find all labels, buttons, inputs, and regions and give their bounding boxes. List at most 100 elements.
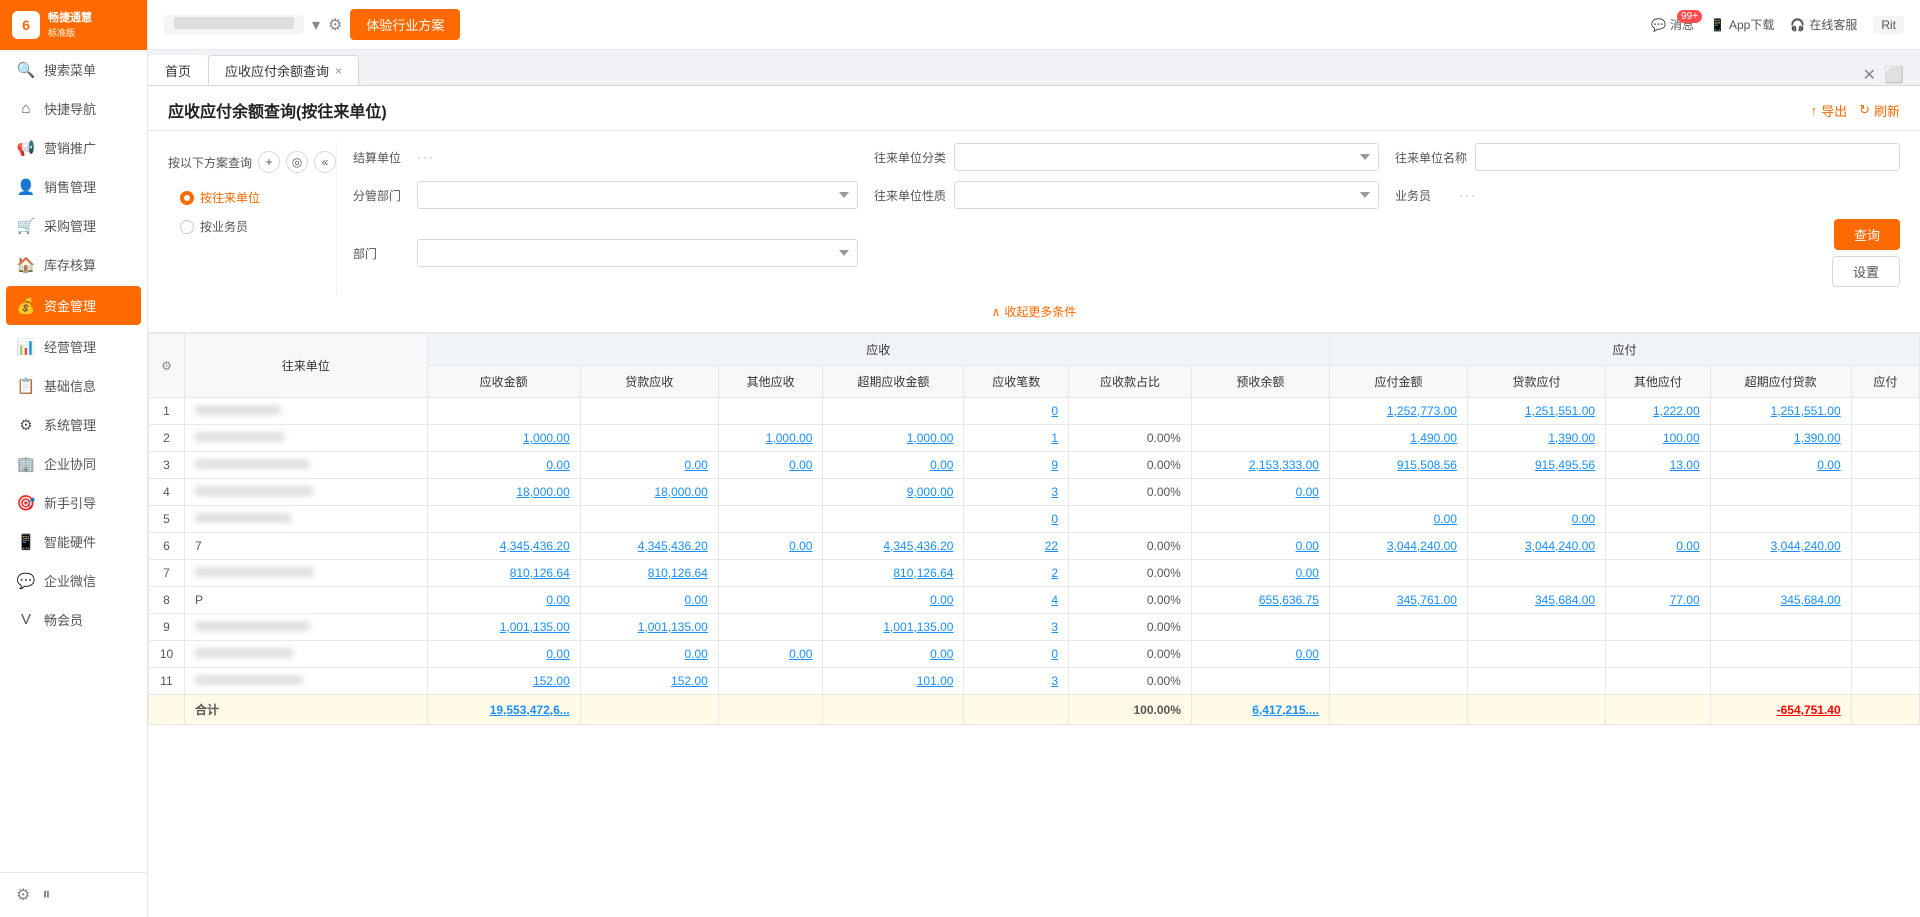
sidebar-item-wechat[interactable]: 💬 企业微信: [0, 561, 147, 600]
logo-icon: 6: [12, 11, 40, 39]
filter-edit-btn[interactable]: ◎: [286, 151, 308, 173]
online-service-item[interactable]: 🎧 在线客服: [1790, 16, 1857, 33]
sidebar-label-member: 畅会员: [44, 610, 83, 629]
dept-select[interactable]: [417, 181, 858, 209]
th-settings: ⚙: [149, 334, 185, 398]
export-icon: ↑: [1811, 103, 1818, 118]
topbar-breadcrumb: [164, 15, 304, 34]
sidebar-icon-inventory: 🏠: [16, 256, 36, 274]
inactive-dot: [180, 220, 194, 234]
filter-row-staff: 业务员 ···: [1395, 181, 1900, 209]
th-ar-ratio: 应收款占比: [1069, 366, 1192, 398]
filter-label: 按以下方案查询: [168, 154, 252, 171]
department-select[interactable]: [417, 239, 858, 267]
app-icon: 📱: [1710, 18, 1725, 32]
filter-fields: 结算单位 ··· 往来单位分类 往来单位名称: [353, 143, 1900, 295]
sidebar-label-marketing: 营销推广: [44, 138, 96, 157]
sidebar-label-wechat: 企业微信: [44, 571, 96, 590]
page-title: 应收应付余额查询(按往来单位): [168, 98, 387, 122]
collapse-icon: ∧: [992, 305, 1001, 319]
sidebar-icon-marketing: 📢: [16, 139, 36, 157]
filter-row-department: 部门: [353, 219, 858, 287]
unit-name-input[interactable]: [1475, 143, 1900, 171]
sidebar-item-finance[interactable]: 💰资金管理: [6, 286, 141, 325]
tab-close-ar-ap[interactable]: ×: [335, 64, 342, 78]
collapse-label: 收起更多条件: [1004, 303, 1076, 320]
sidebar-item-guide[interactable]: 🎯新手引导: [0, 483, 147, 522]
topbar-dropdown-icon[interactable]: ▾: [312, 15, 320, 35]
filter-option-by-staff[interactable]: 按业务员: [168, 212, 336, 241]
staff-dots[interactable]: ···: [1459, 188, 1477, 202]
sidebar-label-system: 系统管理: [44, 415, 96, 434]
sidebar-label-management: 经营管理: [44, 337, 96, 356]
table-row: 21,000.001,000.001,000.0010.00%1,490.001…: [149, 425, 1920, 452]
sidebar-item-member[interactable]: V 畅会员: [0, 600, 147, 639]
user-name[interactable]: Rit: [1873, 16, 1904, 34]
settlement-dots[interactable]: ···: [417, 150, 435, 164]
logo-subtitle: 标准版: [48, 26, 92, 39]
sidebar-icon-member: V: [16, 611, 36, 628]
export-button[interactable]: ↑ 导出: [1811, 101, 1848, 120]
table-row: 418,000.0018,000.009,000.0030.00%0.00: [149, 479, 1920, 506]
query-button[interactable]: 查询: [1834, 219, 1900, 250]
th-ar-count: 应收笔数: [964, 366, 1069, 398]
filter-option-by-unit[interactable]: 按往来单位: [168, 183, 336, 212]
app-label: App下载: [1729, 16, 1774, 33]
sidebar-item-management[interactable]: 📊经营管理: [0, 327, 147, 366]
filter-collapse-btn[interactable]: «: [314, 151, 336, 173]
sidebar-icon-system: ⚙: [16, 416, 36, 434]
settings-icon[interactable]: ⚙: [16, 885, 30, 905]
close-window-icon[interactable]: ✕: [1863, 65, 1876, 85]
sidebar-item-smart[interactable]: 📱智能硬件: [0, 522, 147, 561]
promo-button[interactable]: 体验行业方案: [350, 9, 460, 40]
unit-nature-select[interactable]: [954, 181, 1379, 209]
app-download-item[interactable]: 📱 App下载: [1710, 16, 1774, 33]
th-unit: 往来单位: [185, 334, 428, 398]
th-ar-prepay: 预收余额: [1191, 366, 1329, 398]
unit-category-select[interactable]: [954, 143, 1379, 171]
tabbar: 首页应收应付余额查询 × ✕ ⬜: [148, 50, 1920, 86]
sidebar-icon-wechat: 💬: [16, 572, 36, 590]
sidebar-item-basic[interactable]: 📋基础信息: [0, 366, 147, 405]
filter-left: 按以下方案查询 + ◎ « 按往来单位 按业务员: [168, 143, 337, 295]
sidebar-item-sales[interactable]: 👤销售管理: [0, 167, 147, 206]
th-ap-loan: 贷款应付: [1467, 366, 1605, 398]
table-settings-icon[interactable]: ⚙: [161, 359, 172, 373]
sidebar-label-quick: 快捷导航: [44, 99, 96, 118]
sidebar-label-basic: 基础信息: [44, 376, 96, 395]
th-ar-loan: 贷款应收: [580, 366, 718, 398]
th-group-ap: 应付: [1329, 334, 1919, 366]
logo-title: 畅捷通慧: [48, 11, 92, 25]
filter-buttons: 查询 设置: [1395, 219, 1900, 287]
tab-home[interactable]: 首页: [148, 55, 208, 85]
sidebar-label-enterprise: 企业协同: [44, 454, 96, 473]
sidebar-item-system[interactable]: ⚙ 系统管理: [0, 405, 147, 444]
th-group-ar: 应收: [427, 334, 1329, 366]
sidebar-item-purchase[interactable]: 🛒采购管理: [0, 206, 147, 245]
set-button[interactable]: 设置: [1832, 256, 1900, 287]
total-row: 合计 19,553,472,6... 100.00% 6,417,215....…: [149, 695, 1920, 725]
collapse-icon[interactable]: ⏸: [42, 886, 50, 904]
filter-field-label2: 往来单位分类: [874, 149, 946, 166]
sidebar-label-smart: 智能硬件: [44, 532, 96, 551]
refresh-button[interactable]: ↻ 刷新: [1859, 101, 1900, 120]
sidebar-icon-guide: 🎯: [16, 494, 36, 512]
message-item[interactable]: 💬 消息 99+: [1651, 16, 1694, 33]
refresh-icon: ↻: [1859, 102, 1870, 118]
th-ap-extra: 应付: [1851, 366, 1919, 398]
sidebar-item-marketing[interactable]: 📢 营销推广: [0, 128, 147, 167]
sidebar-icon-finance: 💰: [16, 297, 36, 315]
filter-add-btn[interactable]: +: [258, 151, 280, 173]
sidebar-item-enterprise[interactable]: 🏢企业协同: [0, 444, 147, 483]
tab-label-ar-ap: 应收应付余额查询: [225, 61, 329, 80]
topbar-settings-icon[interactable]: ⚙: [328, 15, 342, 35]
collapse-filter-btn[interactable]: ∧ 收起更多条件: [168, 303, 1900, 320]
tab-ar-ap[interactable]: 应收应付余额查询 ×: [208, 55, 359, 85]
maximize-icon[interactable]: ⬜: [1884, 65, 1904, 85]
sidebar-item-quick[interactable]: ⌂ 快捷导航: [0, 89, 147, 128]
filter-option-label: 按往来单位: [200, 189, 260, 206]
sidebar-item-inventory[interactable]: 🏠库存核算: [0, 245, 147, 284]
sidebar-item-search[interactable]: 🔍搜索菜单: [0, 50, 147, 89]
sidebar-icon-quick: ⌂: [16, 100, 36, 117]
sidebar-label-purchase: 采购管理: [44, 216, 96, 235]
